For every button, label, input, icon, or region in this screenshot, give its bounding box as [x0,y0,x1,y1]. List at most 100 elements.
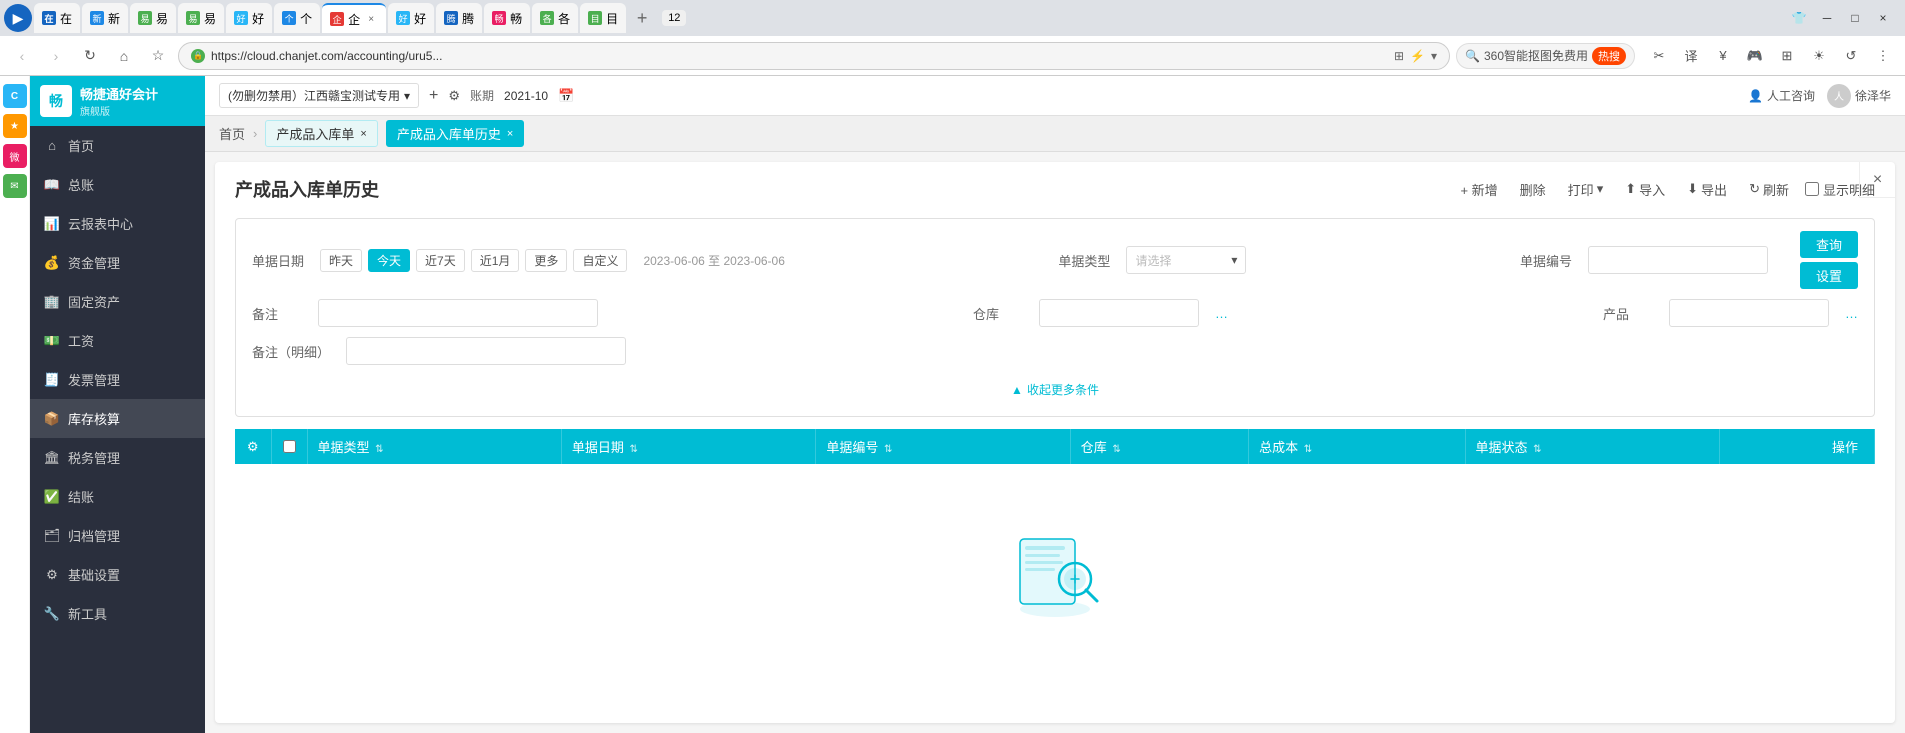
breadcrumb-tab-list[interactable]: 产成品入库单 × [265,120,377,147]
add-button[interactable]: + 新增 [1454,177,1503,202]
sidebar-item-new[interactable]: 🔧 新工具 [30,594,205,633]
star-sidebar-icon[interactable]: ★ [3,114,27,138]
collapse-filter-button[interactable]: ▲ 收起更多条件 [252,375,1858,404]
custom-btn[interactable]: 自定义 [573,249,627,272]
window-maximize-button[interactable]: □ [1845,8,1865,28]
sidebar-item-fixed[interactable]: 🏢 固定资产 [30,282,205,321]
warehouse-sort-icon[interactable]: ⇅ [1112,444,1120,455]
dropdown-arrow[interactable]: ▾ [1431,49,1437,63]
home-button[interactable]: ⌂ [110,42,138,70]
sidebar-item-inventory[interactable]: 📦 库存核算 [30,399,205,438]
breadcrumb-history-close[interactable]: × [507,128,513,140]
print-button[interactable]: 打印 ▾ [1562,177,1610,202]
window-minimize-button[interactable]: ─ [1817,8,1837,28]
yuan-icon[interactable]: ¥ [1709,42,1737,70]
week7-btn[interactable]: 近7天 [416,249,465,272]
voucher-no-input[interactable] [1588,246,1768,274]
window-close-button[interactable]: × [1873,8,1893,28]
sidebar-item-checkout[interactable]: ✅ 结账 [30,477,205,516]
mail-sidebar-icon[interactable]: ✉ [3,174,27,198]
col-checkbox[interactable] [271,429,307,464]
scissors-icon[interactable]: ✂ [1645,42,1673,70]
breadcrumb-list-close[interactable]: × [360,128,366,140]
window-shirt-icon[interactable]: 👕 [1789,8,1809,28]
total-cost-sort-icon[interactable]: ⇅ [1304,444,1312,455]
tab-count[interactable]: 12 [662,10,686,26]
translate-icon[interactable]: 译 [1677,42,1705,70]
tab-2[interactable]: 新 新 [82,3,128,33]
more-icon[interactable]: ⋮ [1869,42,1897,70]
warehouse-input[interactable] [1039,299,1199,327]
topbar-add-button[interactable]: + [429,87,438,105]
new-tab-button[interactable]: + [628,4,656,32]
weibo-sidebar-icon[interactable]: 微 [3,144,27,168]
game-icon[interactable]: 🎮 [1741,42,1769,70]
user-service-button[interactable]: 👤 人工咨询 [1748,87,1815,104]
tab-9[interactable]: 腾 腾 [436,3,482,33]
sun-icon[interactable]: ☀ [1805,42,1833,70]
remark-detail-input[interactable] [346,337,626,365]
date-sort-icon[interactable]: ⇅ [630,444,638,455]
sidebar-item-funds[interactable]: 💰 资金管理 [30,243,205,282]
yesterday-btn[interactable]: 昨天 [320,249,362,272]
show-cols-checkbox[interactable] [1805,182,1819,196]
sidebar-item-payroll[interactable]: 💵 工资 [30,321,205,360]
sync-icon[interactable]: ↺ [1837,42,1865,70]
col-type[interactable]: 单据类型 ⇅ [307,429,561,464]
refresh-button[interactable]: ↻ 刷新 [1743,177,1795,202]
refresh-button[interactable]: ↻ [76,42,104,70]
sidebar-item-tax[interactable]: 🏛 税务管理 [30,438,205,477]
tab-7-close[interactable]: × [364,12,378,26]
sidebar-item-ledger[interactable]: 📖 总账 [30,165,205,204]
tab-3[interactable]: 易 易 [130,3,176,33]
panel-close-button[interactable]: × [1859,162,1895,198]
grid-apps-icon[interactable]: ⊞ [1773,42,1801,70]
tab-6[interactable]: 个 个 [274,3,320,33]
breadcrumb-home[interactable]: 首页 [219,120,245,147]
back-button[interactable]: ‹ [8,42,36,70]
remark-input[interactable] [318,299,598,327]
today-btn[interactable]: 今天 [368,249,410,272]
no-sort-icon[interactable]: ⇅ [884,444,892,455]
topbar-settings-button[interactable]: ⚙ [448,88,460,104]
forward-button[interactable]: › [42,42,70,70]
col-warehouse[interactable]: 仓库 ⇅ [1070,429,1248,464]
sidebar-item-reports[interactable]: 📊 云报表中心 [30,204,205,243]
lightning-icon[interactable]: ⚡ [1410,49,1425,63]
query-button[interactable]: 查询 [1800,231,1858,258]
tab-11[interactable]: 各 各 [532,3,578,33]
type-sort-icon[interactable]: ⇅ [375,444,383,455]
company-selector[interactable]: (勿删勿禁用）江西赣宝测试专用 ▾ [219,83,419,108]
export-button[interactable]: ⬇ 导出 [1681,177,1733,202]
breadcrumb-tab-history[interactable]: 产成品入库单历史 × [386,120,524,147]
product-more-button[interactable]: … [1845,306,1858,321]
tab-8[interactable]: 好 好 [388,3,434,33]
tab-7-active[interactable]: 企 企 × [322,3,386,33]
col-total-cost[interactable]: 总成本 ⇅ [1249,429,1465,464]
grid-icon[interactable]: ⊞ [1394,49,1404,63]
col-date[interactable]: 单据日期 ⇅ [561,429,815,464]
delete-button[interactable]: 删除 [1514,177,1552,202]
browser-nav-icon[interactable]: ▶ [4,4,32,32]
tab-12[interactable]: 目 目 [580,3,626,33]
period-calendar-icon[interactable]: 📅 [558,88,574,104]
sidebar-header[interactable]: 畅 畅捷通好会计 旗舰版 [30,76,205,126]
import-button[interactable]: ⬆ 导入 [1619,177,1671,202]
col-settings[interactable]: ⚙ [235,429,271,464]
sidebar-item-home[interactable]: ⌂ 首页 [30,126,205,165]
more-btn[interactable]: 更多 [525,249,567,272]
col-no[interactable]: 单据编号 ⇅ [816,429,1070,464]
search-bar[interactable]: 🔍 360智能抠图免费用 热搜 [1456,43,1635,69]
col-status[interactable]: 单据状态 ⇅ [1465,429,1719,464]
tab-1[interactable]: 在 在 [34,3,80,33]
bookmark-button[interactable]: ☆ [144,42,172,70]
select-all-checkbox[interactable] [283,440,296,453]
sidebar-item-invoice[interactable]: 🧾 发票管理 [30,360,205,399]
warehouse-more-button[interactable]: … [1215,306,1228,321]
month1-btn[interactable]: 近1月 [471,249,520,272]
settings-col-icon[interactable]: ⚙ [247,439,259,454]
url-bar[interactable]: 🔒 https://cloud.chanjet.com/accounting/u… [178,42,1450,70]
user-profile[interactable]: 人 徐泽华 [1827,84,1891,108]
tab-4[interactable]: 易 易 [178,3,224,33]
tab-10[interactable]: 畅 畅 [484,3,530,33]
